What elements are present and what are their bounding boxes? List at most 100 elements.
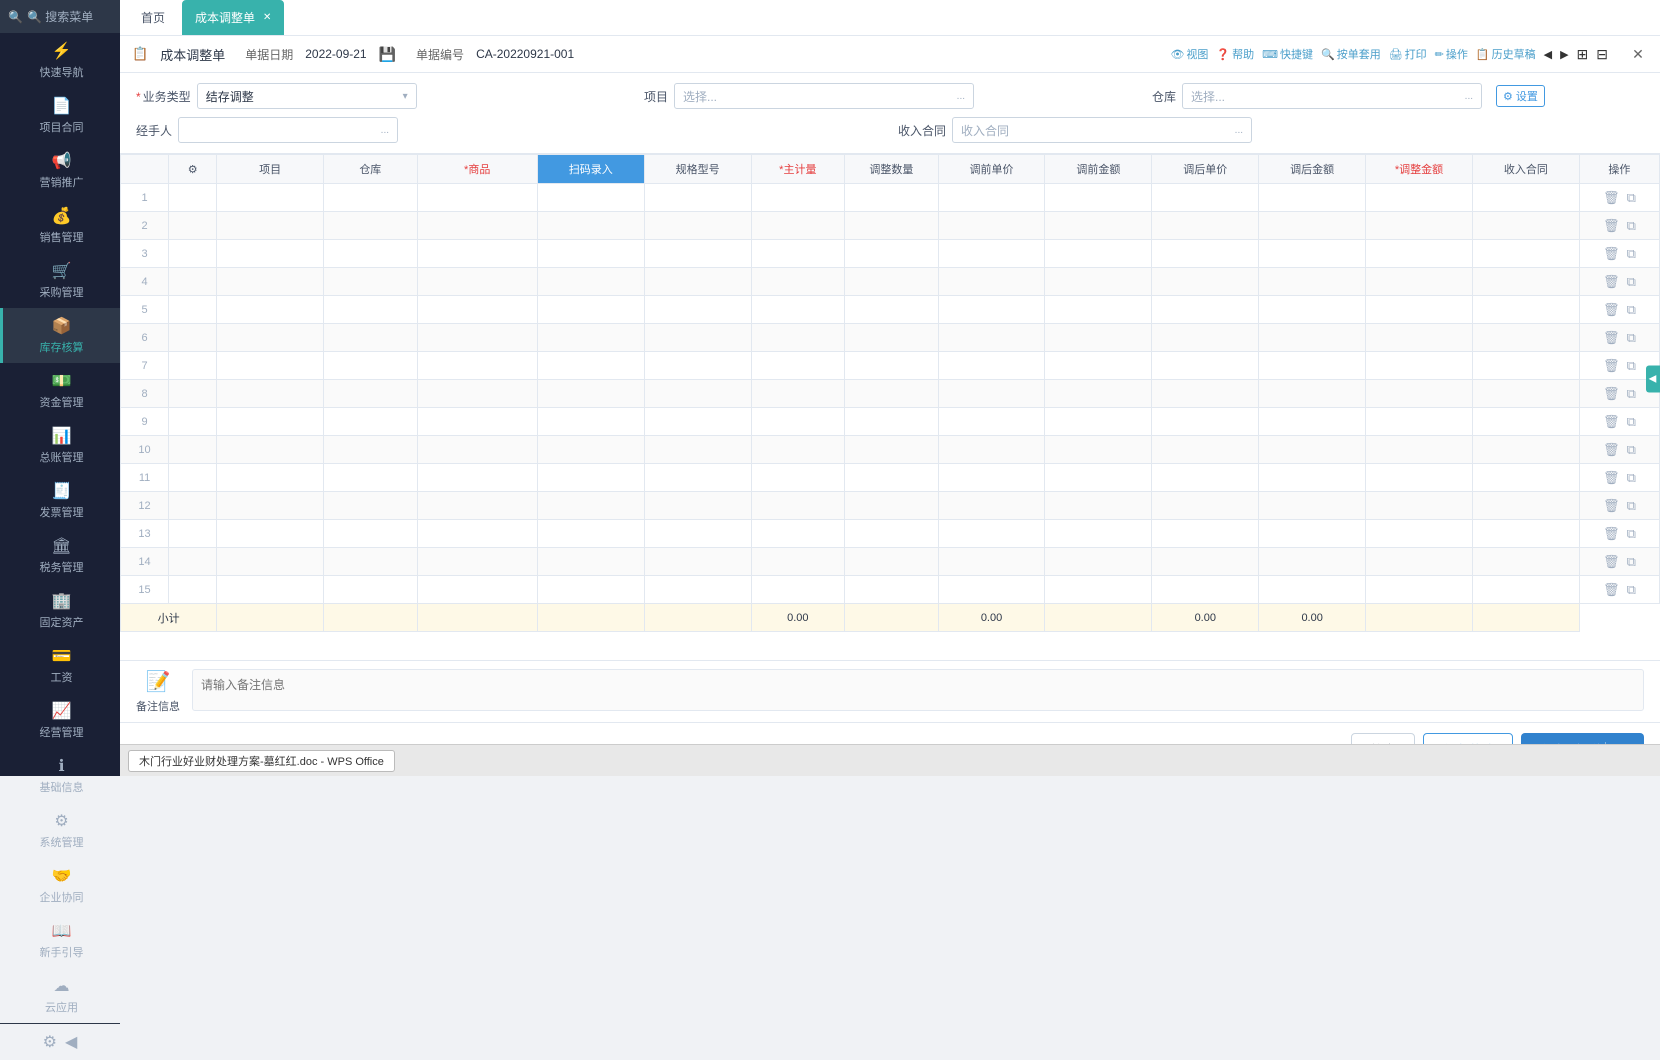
row-amount-before-4[interactable] (1045, 268, 1152, 296)
row-scan-15[interactable] (537, 576, 644, 604)
row-amount-after-2[interactable] (1259, 212, 1366, 240)
row-amount-after-5[interactable] (1259, 296, 1366, 324)
row-qty-1[interactable] (845, 184, 939, 212)
row-unit-13[interactable] (751, 520, 845, 548)
toggle-icon[interactable]: ◀ (65, 1032, 77, 1052)
delete-icon-5[interactable]: 🗑 (1603, 302, 1620, 317)
row-product-10[interactable] (417, 436, 537, 464)
row-warehouse-9[interactable] (324, 408, 418, 436)
edit-action[interactable]: ✏ 操作 (1435, 46, 1468, 62)
row-price-after-2[interactable] (1152, 212, 1259, 240)
row-warehouse-6[interactable] (324, 324, 418, 352)
delete-icon-15[interactable]: 🗑 (1603, 582, 1620, 597)
row-amount-after-7[interactable] (1259, 352, 1366, 380)
row-price-after-9[interactable] (1152, 408, 1259, 436)
row-project-6[interactable] (217, 324, 324, 352)
row-warehouse-3[interactable] (324, 240, 418, 268)
row-qty-13[interactable] (845, 520, 939, 548)
row-adjust-2[interactable] (1366, 212, 1473, 240)
row-amount-after-4[interactable] (1259, 268, 1366, 296)
row-adjust-6[interactable] (1366, 324, 1473, 352)
row-price-after-15[interactable] (1152, 576, 1259, 604)
row-product-14[interactable] (417, 548, 537, 576)
copy-icon-5[interactable]: ⧉ (1627, 302, 1636, 317)
delete-icon-7[interactable]: 🗑 (1603, 358, 1620, 373)
row-warehouse-4[interactable] (324, 268, 418, 296)
row-amount-after-12[interactable] (1259, 492, 1366, 520)
row-adjust-8[interactable] (1366, 380, 1473, 408)
row-scan-11[interactable] (537, 464, 644, 492)
row-product-1[interactable] (417, 184, 537, 212)
row-warehouse-7[interactable] (324, 352, 418, 380)
row-adjust-3[interactable] (1366, 240, 1473, 268)
row-price-before-1[interactable] (938, 184, 1045, 212)
row-scan-12[interactable] (537, 492, 644, 520)
row-scan-4[interactable] (537, 268, 644, 296)
row-amount-before-14[interactable] (1045, 548, 1152, 576)
row-project-14[interactable] (217, 548, 324, 576)
row-product-13[interactable] (417, 520, 537, 548)
row-price-before-15[interactable] (938, 576, 1045, 604)
row-project-13[interactable] (217, 520, 324, 548)
sidebar-item-guide[interactable]: 📖新手引导 (0, 913, 120, 968)
sidebar-item-cloud[interactable]: ☁云应用 (0, 968, 120, 1023)
copy-icon-13[interactable]: ⧉ (1627, 526, 1636, 541)
row-warehouse-12[interactable] (324, 492, 418, 520)
row-price-before-8[interactable] (938, 380, 1045, 408)
row-adjust-14[interactable] (1366, 548, 1473, 576)
row-income-5[interactable] (1472, 296, 1579, 324)
row-price-after-7[interactable] (1152, 352, 1259, 380)
copy-icon-15[interactable]: ⧉ (1627, 582, 1636, 597)
right-collapse-tab[interactable]: ◀ (1646, 366, 1660, 393)
row-spec-2[interactable] (644, 212, 751, 240)
row-unit-3[interactable] (751, 240, 845, 268)
table-container[interactable]: ⚙ 项目 仓库 *商品 扫码录入 规格型号 *主计量 调整数量 调前单价 调前金… (120, 153, 1660, 660)
row-amount-before-2[interactable] (1045, 212, 1152, 240)
row-spec-7[interactable] (644, 352, 751, 380)
row-price-before-11[interactable] (938, 464, 1045, 492)
row-qty-2[interactable] (845, 212, 939, 240)
row-adjust-15[interactable] (1366, 576, 1473, 604)
row-qty-11[interactable] (845, 464, 939, 492)
row-amount-before-10[interactable] (1045, 436, 1152, 464)
row-income-12[interactable] (1472, 492, 1579, 520)
row-price-before-3[interactable] (938, 240, 1045, 268)
row-spec-11[interactable] (644, 464, 751, 492)
row-spec-12[interactable] (644, 492, 751, 520)
copy-icon-6[interactable]: ⧉ (1627, 330, 1636, 345)
row-unit-5[interactable] (751, 296, 845, 324)
row-amount-after-13[interactable] (1259, 520, 1366, 548)
row-price-after-14[interactable] (1152, 548, 1259, 576)
row-unit-11[interactable] (751, 464, 845, 492)
row-price-before-7[interactable] (938, 352, 1045, 380)
row-project-15[interactable] (217, 576, 324, 604)
row-amount-after-8[interactable] (1259, 380, 1366, 408)
row-price-after-1[interactable] (1152, 184, 1259, 212)
copy-icon-1[interactable]: ⧉ (1627, 190, 1636, 205)
row-spec-15[interactable] (644, 576, 751, 604)
sidebar-item-project-contract[interactable]: 📄项目合同 (0, 88, 120, 143)
row-warehouse-5[interactable] (324, 296, 418, 324)
row-product-9[interactable] (417, 408, 537, 436)
row-project-5[interactable] (217, 296, 324, 324)
row-amount-before-8[interactable] (1045, 380, 1152, 408)
row-income-13[interactable] (1472, 520, 1579, 548)
row-qty-10[interactable] (845, 436, 939, 464)
row-income-2[interactable] (1472, 212, 1579, 240)
row-project-7[interactable] (217, 352, 324, 380)
sidebar-item-system[interactable]: ⚙系统管理 (0, 803, 120, 858)
row-price-after-10[interactable] (1152, 436, 1259, 464)
view-action[interactable]: 👁 视图 (1170, 46, 1208, 62)
delete-icon-2[interactable]: 🗑 (1603, 218, 1620, 233)
row-unit-15[interactable] (751, 576, 845, 604)
row-product-11[interactable] (417, 464, 537, 492)
copy-icon-7[interactable]: ⧉ (1627, 358, 1636, 373)
delete-icon-3[interactable]: 🗑 (1603, 246, 1620, 261)
taskbar-item[interactable]: 木门行业好业财处理方案-墓红红.doc - WPS Office (128, 750, 395, 772)
row-price-after-13[interactable] (1152, 520, 1259, 548)
row-amount-after-10[interactable] (1259, 436, 1366, 464)
row-project-1[interactable] (217, 184, 324, 212)
row-qty-8[interactable] (845, 380, 939, 408)
row-spec-4[interactable] (644, 268, 751, 296)
row-income-3[interactable] (1472, 240, 1579, 268)
